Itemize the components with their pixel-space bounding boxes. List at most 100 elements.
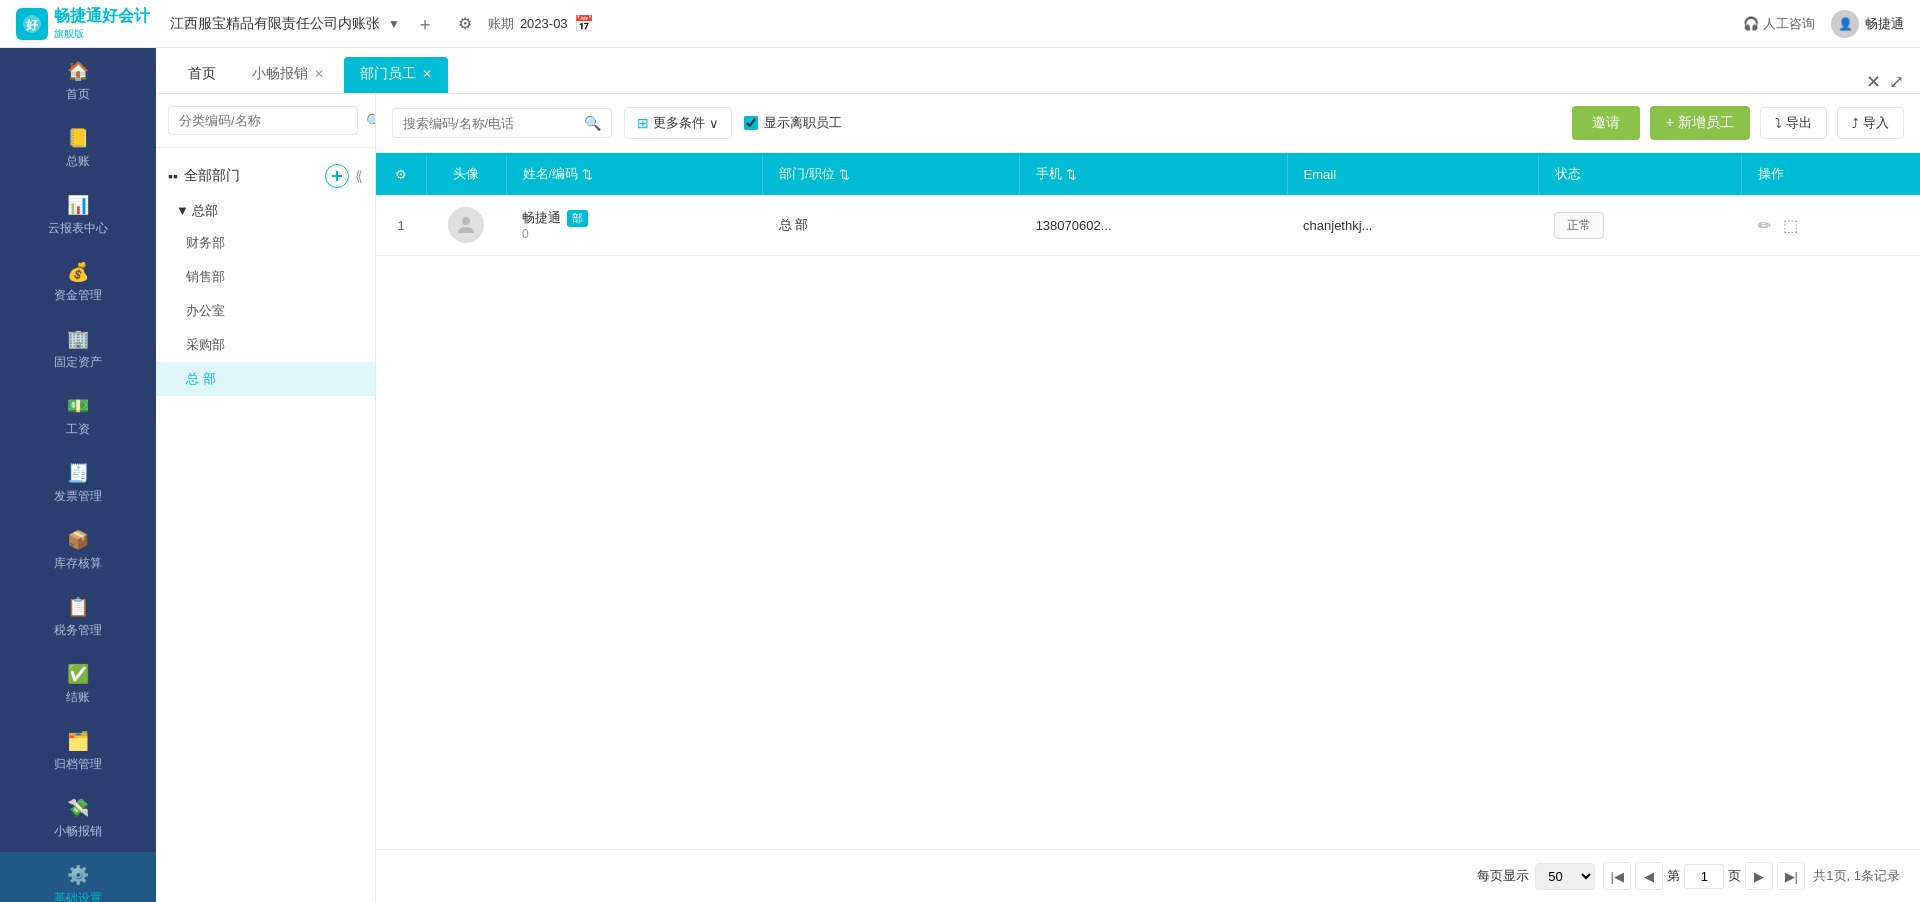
user-section[interactable]: 👤 畅捷通 xyxy=(1831,10,1904,38)
support-button[interactable]: 🎧 人工咨询 xyxy=(1743,15,1815,33)
page-di-label: 第 xyxy=(1667,867,1680,885)
export-icon: ⤵ xyxy=(1775,116,1782,131)
dept-item-purchasing[interactable]: 采购部 xyxy=(156,328,375,362)
page-number-input[interactable] xyxy=(1684,864,1724,889)
home-icon: 🏠 xyxy=(67,60,89,82)
dept-search-input[interactable] xyxy=(168,106,358,135)
edit-icon[interactable]: ✏ xyxy=(1758,216,1771,235)
page-first-button[interactable]: |◀ xyxy=(1603,862,1631,890)
employee-search-input[interactable] xyxy=(403,116,578,131)
invite-button[interactable]: 邀请 xyxy=(1572,106,1640,140)
sidebar-item-basic-settings[interactable]: ⚙️ 基础设置 xyxy=(0,852,156,902)
per-page-dropdown[interactable]: 50 10 20 100 xyxy=(1535,863,1595,890)
company-section: 江西服宝精品有限责任公司内账张 ▼ ＋ ⚙ 账期 2023-03 📅 xyxy=(170,12,1743,36)
dept-header-actions: ⟪ xyxy=(325,164,363,188)
th-avatar: 头像 xyxy=(426,153,506,195)
dept-collapse-icon[interactable]: ⟪ xyxy=(355,168,363,184)
show-resigned-input[interactable] xyxy=(744,116,758,130)
tab-dept-employee-close-icon[interactable]: ✕ xyxy=(422,67,432,81)
more-filter-button[interactable]: ⊞ 更多条件 ∨ xyxy=(624,107,732,139)
all-dept-label-section: ▪▪ 全部部门 xyxy=(168,167,240,185)
calendar-icon[interactable]: 📅 xyxy=(574,14,594,33)
th-email: Email xyxy=(1287,153,1538,195)
tab-dept-employee[interactable]: 部门员工 ✕ xyxy=(344,57,448,93)
per-page-label: 每页显示 xyxy=(1477,867,1529,885)
sidebar-item-inventory-label: 库存核算 xyxy=(54,555,102,572)
sidebar-item-settlement-label: 结账 xyxy=(66,689,90,706)
td-dept: 总 部 xyxy=(763,195,1020,256)
tab-maximize-icon[interactable]: ⤢ xyxy=(1889,71,1904,93)
import-icon: ⤴ xyxy=(1852,116,1859,131)
pagination: 每页显示 50 10 20 100 |◀ ◀ 第 页 xyxy=(376,849,1920,902)
all-dept-header[interactable]: ▪▪ 全部部门 ⟪ xyxy=(156,156,375,196)
sidebar-item-tax[interactable]: 📋 税务管理 xyxy=(0,584,156,651)
sidebar-item-home-label: 首页 xyxy=(66,86,90,103)
dept-item-finance[interactable]: 财务部 xyxy=(156,226,375,260)
app-name: 畅捷通好会计 xyxy=(54,6,150,27)
table-body: 1 畅捷通 部 xyxy=(376,195,1920,256)
sidebar-item-reports[interactable]: 📊 云报表中心 xyxy=(0,182,156,249)
topbar-right: 🎧 人工咨询 👤 畅捷通 xyxy=(1743,10,1904,38)
sidebar-item-expense[interactable]: 💸 小畅报销 xyxy=(0,785,156,852)
sidebar-item-invoices[interactable]: 🧾 发票管理 xyxy=(0,450,156,517)
employee-table-container: ⚙ 头像 姓名/编码 ⇅ xyxy=(376,153,1920,849)
page-size-select: 每页显示 50 10 20 100 xyxy=(1477,863,1595,890)
page-last-button[interactable]: ▶| xyxy=(1777,862,1805,890)
employee-search-icon[interactable]: 🔍 xyxy=(584,115,601,131)
sidebar-item-settlement[interactable]: ✅ 结账 xyxy=(0,651,156,718)
employee-search-box: 🔍 xyxy=(392,108,612,138)
sidebar-item-funds[interactable]: 💰 资金管理 xyxy=(0,249,156,316)
company-dropdown-icon[interactable]: ▼ xyxy=(388,17,400,31)
dept-search-icon[interactable]: 🔍 xyxy=(366,113,376,129)
sidebar-item-fixed-assets[interactable]: 🏢 固定资产 xyxy=(0,316,156,383)
tab-dept-employee-label: 部门员工 xyxy=(360,65,416,83)
employee-table: ⚙ 头像 姓名/编码 ⇅ xyxy=(376,153,1920,256)
page-label: 页 xyxy=(1728,867,1741,885)
th-dept[interactable]: 部门/职位 ⇅ xyxy=(763,153,1020,195)
sidebar-item-funds-label: 资金管理 xyxy=(54,287,102,304)
show-resigned-checkbox[interactable]: 显示离职员工 xyxy=(744,114,842,132)
sidebar-item-inventory[interactable]: 📦 库存核算 xyxy=(0,517,156,584)
logo-icon: 好 xyxy=(16,8,48,40)
th-phone[interactable]: 手机 ⇅ xyxy=(1020,153,1287,195)
th-settings[interactable]: ⚙ xyxy=(376,153,426,195)
page-prev-button[interactable]: ◀ xyxy=(1635,862,1663,890)
th-name-sort-icon: ⇅ xyxy=(582,167,593,182)
import-button[interactable]: ⤴ 导入 xyxy=(1837,107,1904,139)
add-employee-button[interactable]: + 新增员工 xyxy=(1650,106,1750,140)
th-actions-label: 操作 xyxy=(1758,166,1784,181)
period-section: 账期 2023-03 📅 xyxy=(488,14,594,33)
tab-expense[interactable]: 小畅报销 ✕ xyxy=(236,57,340,93)
logout-icon[interactable]: ⬚ xyxy=(1783,216,1798,235)
tab-home[interactable]: 首页 xyxy=(172,57,232,93)
period-value: 2023-03 xyxy=(520,16,568,31)
filter-arrow-icon: ∨ xyxy=(709,116,719,131)
all-dept-label: 全部部门 xyxy=(184,167,240,185)
th-phone-sort-icon: ⇅ xyxy=(1066,167,1077,182)
toolbar: 🔍 ⊞ 更多条件 ∨ 显示离职员工 邀请 + 新增员工 xyxy=(376,94,1920,153)
add-icon[interactable]: ＋ xyxy=(416,12,434,36)
user-name: 畅捷通 xyxy=(1865,15,1904,33)
dept-item-purchasing-label: 采购部 xyxy=(186,337,225,352)
page-next-button[interactable]: ▶ xyxy=(1745,862,1773,890)
dept-badge: 部 xyxy=(567,210,588,227)
dept-item-sales-label: 销售部 xyxy=(186,269,225,284)
dept-add-button[interactable] xyxy=(325,164,349,188)
toolbar-right: 邀请 + 新增员工 ⤵ 导出 ⤴ 导入 xyxy=(1572,106,1904,140)
settings-icon[interactable]: ⚙ xyxy=(458,14,472,33)
table-header-row: ⚙ 头像 姓名/编码 ⇅ xyxy=(376,153,1920,195)
td-email: chanjethkj... xyxy=(1287,195,1538,256)
sidebar-item-archive[interactable]: 🗂️ 归档管理 xyxy=(0,718,156,785)
export-button[interactable]: ⤵ 导出 xyxy=(1760,107,1827,139)
sidebar-item-reports-label: 云报表中心 xyxy=(48,220,108,237)
tab-expense-close-icon[interactable]: ✕ xyxy=(314,67,324,81)
tab-close-icon[interactable]: ✕ xyxy=(1866,71,1881,93)
sidebar-item-home[interactable]: 🏠 首页 xyxy=(0,48,156,115)
sidebar-item-general-ledger[interactable]: 📒 总账 xyxy=(0,115,156,182)
sidebar-item-basic-settings-label: 基础设置 xyxy=(54,890,102,902)
dept-item-sales[interactable]: 销售部 xyxy=(156,260,375,294)
dept-item-office[interactable]: 办公室 xyxy=(156,294,375,328)
sidebar-item-payroll[interactable]: 💵 工资 xyxy=(0,383,156,450)
dept-item-headquarter-sub[interactable]: 总 部 xyxy=(156,362,375,396)
th-name[interactable]: 姓名/编码 ⇅ xyxy=(506,153,763,195)
